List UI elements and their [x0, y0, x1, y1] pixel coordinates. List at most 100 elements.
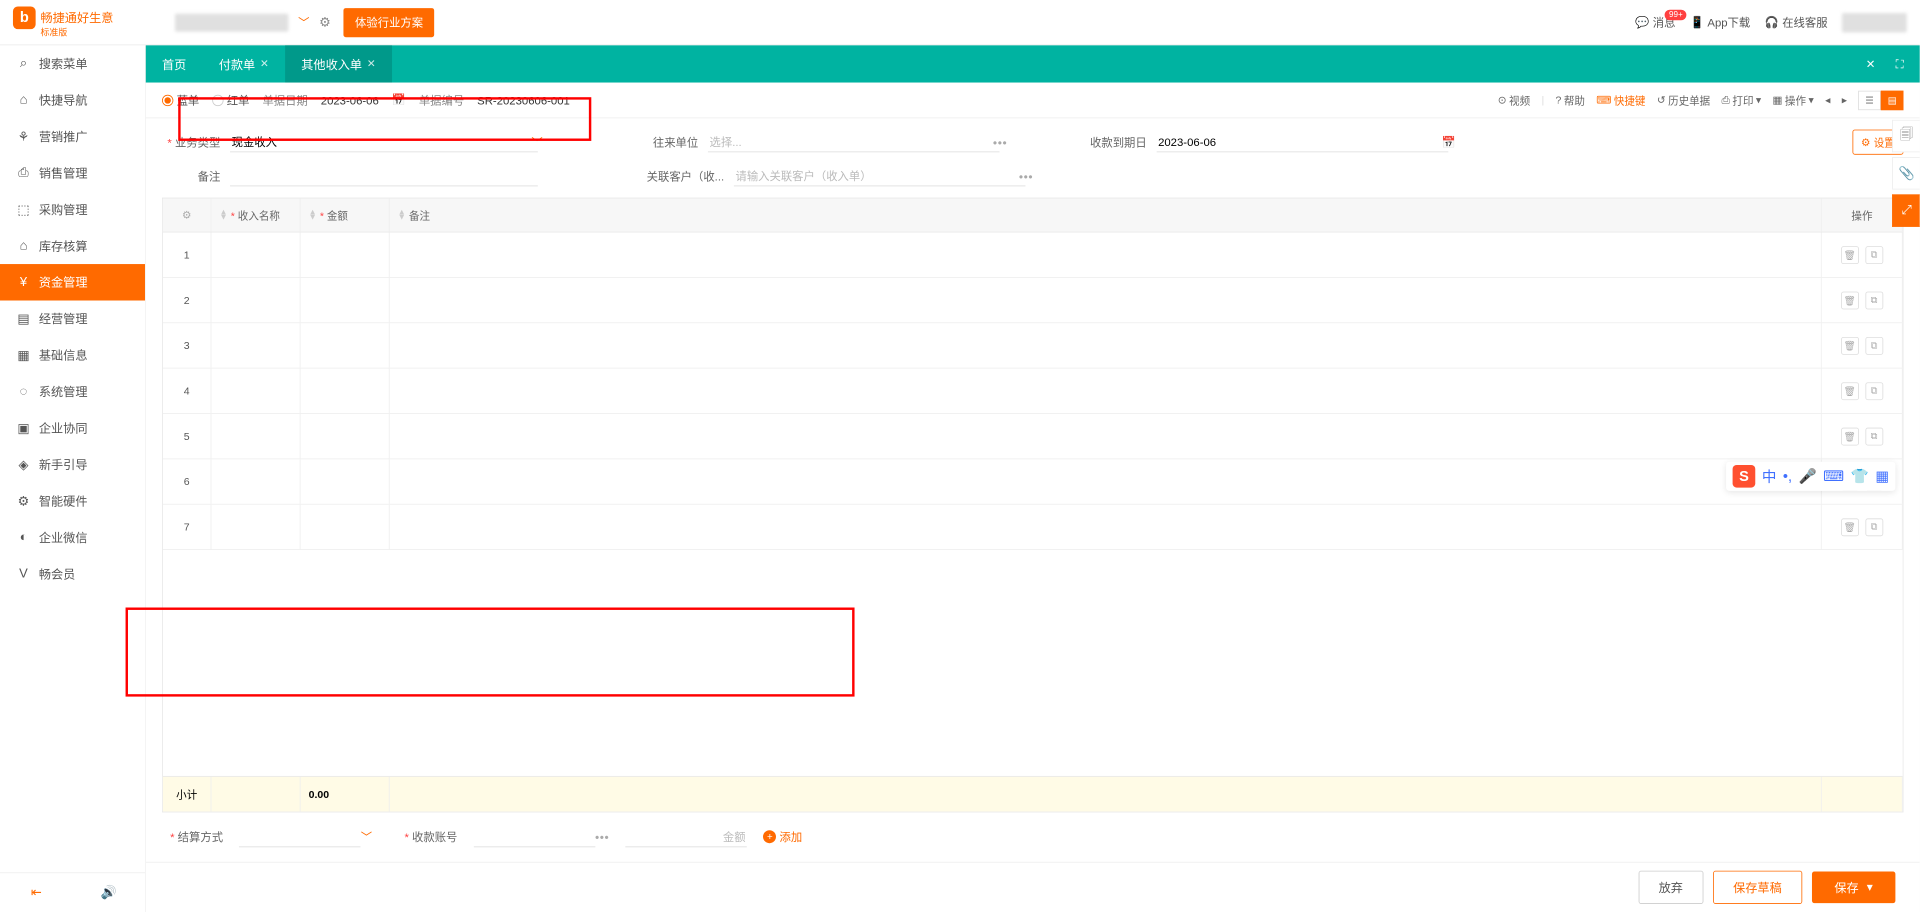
table-row[interactable]: 3 🗑 ⧉: [163, 323, 1903, 368]
row-copy-button[interactable]: ⧉: [1865, 518, 1883, 536]
messages-link[interactable]: 💬 消息 99+: [1635, 14, 1675, 30]
rail-expand-button[interactable]: ⤢: [1892, 194, 1920, 226]
save-button[interactable]: 保存▾: [1812, 871, 1896, 903]
cell-name[interactable]: [211, 505, 300, 550]
cell-amount[interactable]: [301, 505, 390, 550]
app-download-link[interactable]: 📱 App下载: [1690, 14, 1750, 30]
ime-toolbar[interactable]: S 中 •, 🎤 ⌨ 👕 ▦: [1726, 462, 1895, 491]
biz-type-input[interactable]: [230, 132, 538, 152]
sidebar-item-4[interactable]: ⬚采购管理: [0, 191, 145, 227]
more-icon[interactable]: •••: [595, 831, 609, 844]
chevron-down-icon[interactable]: ﹀: [531, 134, 542, 150]
calendar-icon[interactable]: 📅: [1442, 135, 1456, 149]
table-row[interactable]: 6 🗑 ⧉: [163, 459, 1903, 504]
prev-doc-button[interactable]: ◂: [1825, 94, 1830, 107]
table-row[interactable]: 1 🗑 ⧉: [163, 232, 1903, 277]
row-delete-button[interactable]: 🗑: [1841, 337, 1859, 355]
sidebar-collapse-button[interactable]: ⇤: [0, 873, 72, 912]
cell-note[interactable]: [390, 505, 1822, 550]
settle-method-input[interactable]: [239, 827, 360, 847]
ops-link[interactable]: ▦操作▾: [1773, 92, 1814, 107]
sidebar-item-14[interactable]: V畅会员: [0, 556, 145, 592]
cell-name[interactable]: [211, 369, 300, 414]
shortcut-link[interactable]: ⌨快捷键: [1596, 92, 1645, 107]
tab-expand-button[interactable]: ⛶: [1887, 52, 1911, 76]
table-gear-icon[interactable]: ⚙: [182, 209, 191, 222]
cell-name[interactable]: [211, 278, 300, 323]
calendar-icon[interactable]: 📅: [392, 93, 406, 107]
doc-date-value[interactable]: 2023-06-06: [321, 94, 379, 107]
next-doc-button[interactable]: ▸: [1842, 94, 1847, 107]
ime-skin-icon[interactable]: 👕: [1851, 468, 1869, 485]
sidebar-item-12[interactable]: ⚙智能硬件: [0, 483, 145, 519]
trial-button[interactable]: 体验行业方案: [344, 8, 435, 37]
tab-0[interactable]: 首页: [146, 45, 203, 82]
remark-input[interactable]: [230, 166, 538, 186]
row-delete-button[interactable]: 🗑: [1841, 382, 1859, 400]
video-link[interactable]: ⊙视频: [1498, 92, 1530, 107]
radio-red[interactable]: 红单: [212, 92, 249, 108]
cell-amount[interactable]: [301, 323, 390, 368]
due-date-input[interactable]: [1156, 132, 1448, 152]
sidebar-item-1[interactable]: ⌂快捷导航: [0, 82, 145, 118]
chevron-down-icon[interactable]: ﹀: [361, 829, 372, 845]
table-row[interactable]: 7 🗑 ⧉: [163, 505, 1903, 550]
row-delete-button[interactable]: 🗑: [1841, 246, 1859, 264]
history-link[interactable]: ↺历史单据: [1657, 92, 1710, 107]
row-copy-button[interactable]: ⧉: [1865, 246, 1883, 264]
tab-close-icon[interactable]: ✕: [260, 58, 269, 71]
cell-name[interactable]: [211, 232, 300, 277]
sidebar-item-9[interactable]: ◌系统管理: [0, 373, 145, 409]
sidebar-item-10[interactable]: ▣企业协同: [0, 410, 145, 446]
rail-attach-button[interactable]: 📎: [1892, 157, 1920, 189]
col-note[interactable]: ▲▼备注: [390, 198, 1822, 231]
table-row[interactable]: 2 🗑 ⧉: [163, 278, 1903, 323]
cell-amount[interactable]: [301, 278, 390, 323]
add-settlement-button[interactable]: +添加: [763, 829, 802, 845]
tab-close-button[interactable]: ✕: [1858, 52, 1882, 76]
tab-2[interactable]: 其他收入单✕: [285, 45, 392, 82]
sidebar-item-11[interactable]: ◈新手引导: [0, 446, 145, 482]
sidebar-item-5[interactable]: ⌂库存核算: [0, 228, 145, 264]
cell-name[interactable]: [211, 323, 300, 368]
ime-punct-icon[interactable]: •,: [1783, 468, 1792, 485]
cell-amount[interactable]: [301, 369, 390, 414]
row-delete-button[interactable]: 🗑: [1841, 291, 1859, 309]
help-link[interactable]: ?帮助: [1556, 92, 1585, 107]
cell-note[interactable]: [390, 232, 1822, 277]
sidebar-item-7[interactable]: ▤经营管理: [0, 301, 145, 337]
row-delete-button[interactable]: 🗑: [1841, 518, 1859, 536]
more-icon[interactable]: •••: [1019, 170, 1033, 183]
save-draft-button[interactable]: 保存草稿: [1713, 871, 1802, 904]
party-input[interactable]: [708, 132, 1000, 152]
cell-name[interactable]: [211, 459, 300, 504]
view-form-button[interactable]: ▤: [1881, 90, 1904, 109]
cell-amount[interactable]: [301, 459, 390, 504]
radio-blue[interactable]: 蓝单: [162, 92, 199, 108]
cell-name[interactable]: [211, 414, 300, 459]
rail-doc-button[interactable]: 🗐: [1892, 120, 1920, 152]
discard-button[interactable]: 放弃: [1638, 871, 1703, 904]
cell-note[interactable]: [390, 323, 1822, 368]
cell-note[interactable]: [390, 278, 1822, 323]
sidebar-sound-button[interactable]: 🔊: [72, 873, 144, 912]
table-row[interactable]: 4 🗑 ⧉: [163, 369, 1903, 414]
col-income-name[interactable]: ▲▼收入名称: [211, 198, 300, 231]
sidebar-item-8[interactable]: ▦基础信息: [0, 337, 145, 373]
cell-note[interactable]: [390, 459, 1822, 504]
sidebar-item-3[interactable]: ⎙销售管理: [0, 155, 145, 191]
sidebar-item-0[interactable]: ⌕搜索菜单: [0, 45, 145, 81]
cell-note[interactable]: [390, 414, 1822, 459]
sidebar-item-13[interactable]: ◐企业微信: [0, 519, 145, 555]
row-copy-button[interactable]: ⧉: [1865, 291, 1883, 309]
cell-note[interactable]: [390, 369, 1822, 414]
sidebar-item-2[interactable]: ⚘营销推广: [0, 118, 145, 154]
print-link[interactable]: ⎙打印▾: [1722, 92, 1762, 107]
row-copy-button[interactable]: ⧉: [1865, 382, 1883, 400]
tab-close-icon[interactable]: ✕: [367, 58, 376, 71]
row-copy-button[interactable]: ⧉: [1865, 337, 1883, 355]
user-avatar-blur[interactable]: [1842, 13, 1907, 32]
gear-icon[interactable]: ⚙: [319, 14, 331, 30]
ime-lang-label[interactable]: 中: [1762, 466, 1777, 487]
view-list-button[interactable]: ☰: [1858, 90, 1881, 109]
